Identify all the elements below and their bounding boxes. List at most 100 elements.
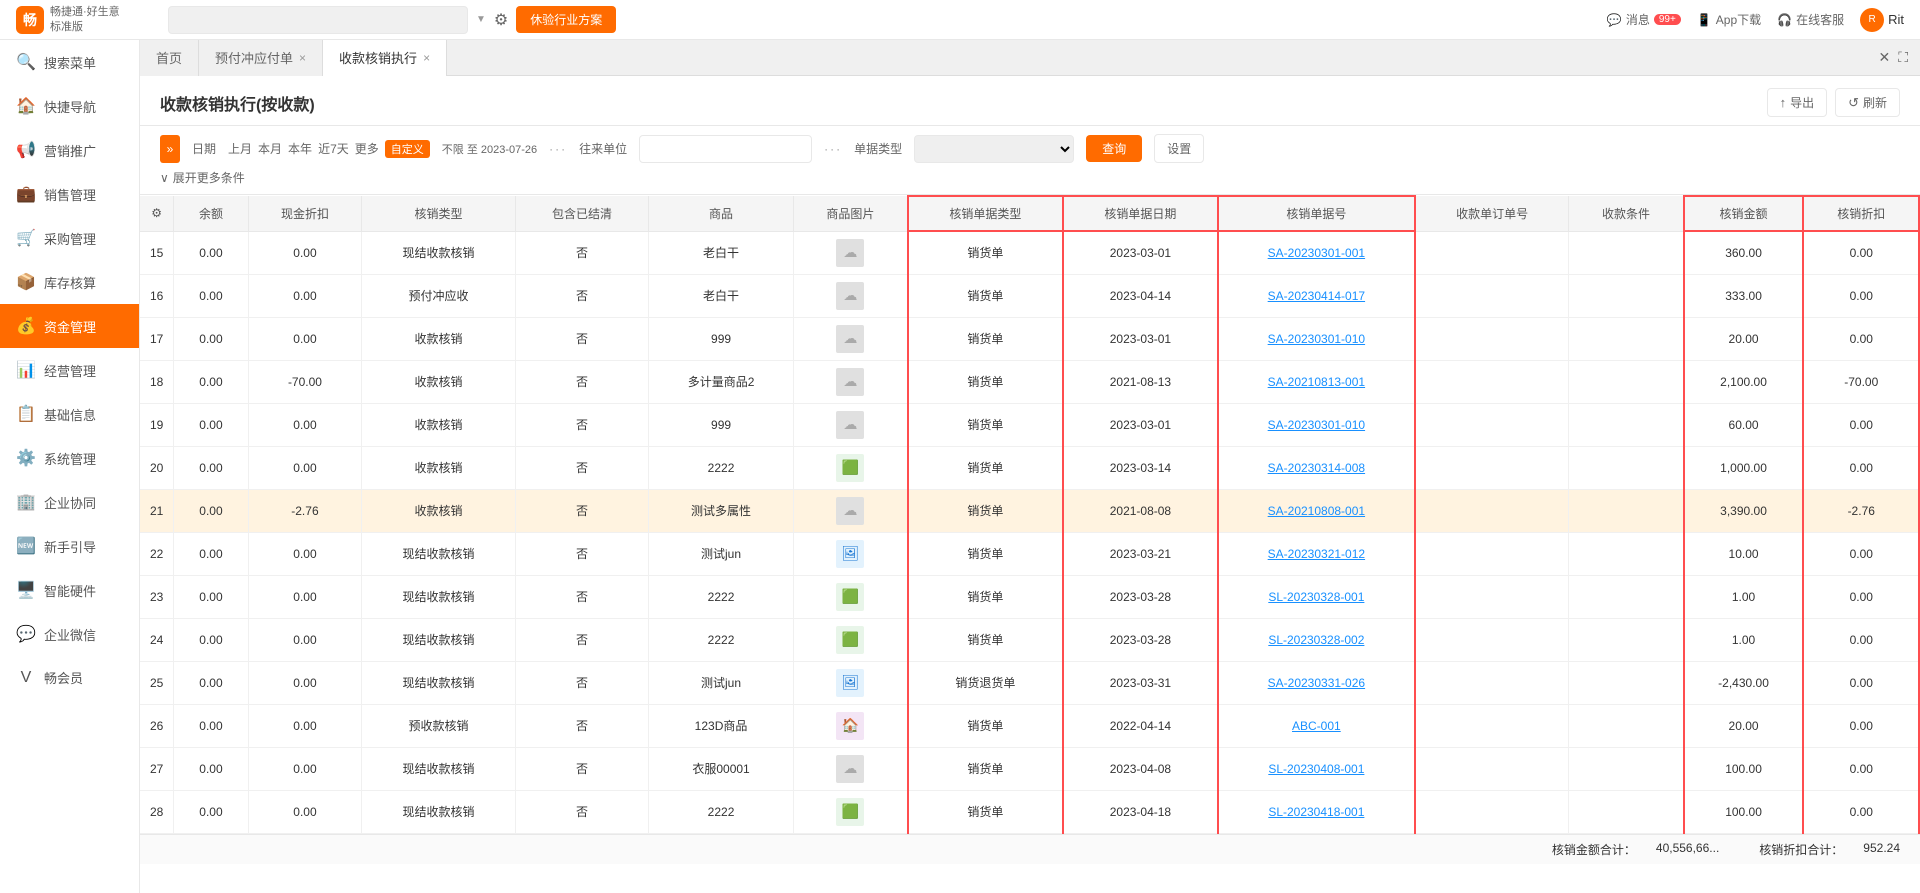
cell-receipt-terms: [1569, 704, 1684, 747]
date-this-year[interactable]: 本年: [288, 140, 312, 157]
bill-no-link[interactable]: SL-20230418-001: [1268, 805, 1364, 819]
sidebar-item-marketing[interactable]: 📢 营销推广: [0, 128, 139, 172]
export-button[interactable]: ↑ 导出: [1767, 88, 1828, 117]
refresh-button[interactable]: ↺ 刷新: [1835, 88, 1900, 117]
tab-close-all-icon[interactable]: ✕: [1878, 49, 1890, 66]
business-icon: 📊: [16, 360, 36, 380]
cell-balance: 0.00: [174, 274, 248, 317]
date-this-month[interactable]: 本月: [258, 140, 282, 157]
bill-no-link[interactable]: SA-20230301-010: [1268, 418, 1365, 432]
cell-bill-no[interactable]: SA-20230314-008: [1218, 446, 1415, 489]
cell-bill-no[interactable]: SA-20230301-001: [1218, 231, 1415, 274]
sidebar-item-base[interactable]: 📋 基础信息: [0, 392, 139, 436]
bill-no-link[interactable]: SA-20230331-026: [1268, 676, 1365, 690]
message-button[interactable]: 💬 消息 99+: [1607, 11, 1681, 28]
export-icon: ↑: [1780, 95, 1787, 110]
app-download-button[interactable]: 📱 App下载: [1697, 11, 1761, 28]
sidebar-item-finance[interactable]: 💰 资金管理: [0, 304, 139, 348]
bill-no-link[interactable]: SL-20230328-001: [1268, 590, 1364, 604]
cell-balance: 0.00: [174, 446, 248, 489]
sidebar-item-search[interactable]: 🔍 搜索菜单: [0, 40, 139, 84]
sidebar-item-system[interactable]: ⚙️ 系统管理: [0, 436, 139, 480]
bill-no-link[interactable]: ABC-001: [1292, 719, 1341, 733]
sidebar-item-wechat[interactable]: 💬 企业微信: [0, 612, 139, 656]
table-container: ⚙ 余额 现金折扣 核销类型 包含已结清 商品 商品图片 核销单据类型 核销单据…: [140, 195, 1920, 893]
cell-bill-no[interactable]: SL-20230328-001: [1218, 575, 1415, 618]
cell-bill-no[interactable]: SL-20230408-001: [1218, 747, 1415, 790]
date-more[interactable]: 更多: [355, 140, 379, 157]
sidebar-item-sales[interactable]: 💼 销售管理: [0, 172, 139, 216]
bill-no-link[interactable]: SA-20230314-008: [1268, 461, 1365, 475]
tab-receipt-close[interactable]: ×: [423, 51, 430, 65]
cell-goods: 2222: [649, 575, 794, 618]
cell-writeoff-type: 现结收款核销: [362, 747, 515, 790]
expand-conditions-btn[interactable]: ∨ 展开更多条件: [160, 169, 1900, 186]
settings-gear-icon[interactable]: ⚙: [494, 10, 508, 30]
bill-no-link[interactable]: SL-20230408-001: [1268, 762, 1364, 776]
expand-more-row: ∨ 展开更多条件: [160, 169, 1900, 186]
bill-no-link[interactable]: SA-20230414-017: [1268, 289, 1365, 303]
table-row: 25 0.00 0.00 现结收款核销 否 测试jun 🖼 销货退货单 2023…: [140, 661, 1919, 704]
tab-bar: 首页 预付冲应付单 × 收款核销执行 × ✕ ⛶: [140, 40, 1920, 76]
sidebar-item-inventory[interactable]: 📦 库存核算: [0, 260, 139, 304]
online-service-button[interactable]: 🎧 在线客服: [1777, 11, 1844, 28]
sidebar-item-enterprise[interactable]: 🏢 企业协同: [0, 480, 139, 524]
sidebar-item-hardware[interactable]: 🖥️ 智能硬件: [0, 568, 139, 612]
table-row: 22 0.00 0.00 现结收款核销 否 测试jun 🖼 销货单 2023-0…: [140, 532, 1919, 575]
cell-goods-img: 🟩: [793, 446, 908, 489]
tab-expand-icon[interactable]: ⛶: [1898, 49, 1908, 66]
bill-no-link[interactable]: SA-20210808-001: [1268, 504, 1365, 518]
global-search-input[interactable]: [168, 6, 468, 34]
sidebar-item-member[interactable]: V 畅会员: [0, 656, 139, 699]
search-bar-top[interactable]: [168, 6, 468, 34]
goods-image-blank: ☁: [836, 368, 864, 396]
user-profile[interactable]: R Rit: [1860, 8, 1904, 32]
sidebar-item-business[interactable]: 📊 经营管理: [0, 348, 139, 392]
cell-receipt-terms: [1569, 360, 1684, 403]
date-custom-btn[interactable]: 自定义: [385, 140, 430, 158]
tab-home[interactable]: 首页: [140, 40, 199, 76]
sidebar-item-guide[interactable]: 🆕 新手引导: [0, 524, 139, 568]
tab-receipt[interactable]: 收款核销执行 ×: [323, 40, 447, 76]
cell-bill-no[interactable]: SA-20230301-010: [1218, 403, 1415, 446]
tab-advance-close[interactable]: ×: [299, 51, 306, 65]
doc-type-select[interactable]: [914, 135, 1074, 163]
cell-bill-no[interactable]: SA-20230414-017: [1218, 274, 1415, 317]
date-range-text: 不限 至 2023-07-26: [442, 141, 537, 157]
cell-receipt-terms: [1569, 747, 1684, 790]
sidebar-label-business: 经营管理: [44, 361, 96, 380]
setting-button[interactable]: 设置: [1154, 134, 1204, 163]
goods-image-photo: 🖼: [836, 669, 864, 697]
sidebar-label-sales: 销售管理: [44, 185, 96, 204]
sidebar-item-purchase[interactable]: 🛒 采购管理: [0, 216, 139, 260]
tab-advance[interactable]: 预付冲应付单 ×: [199, 40, 323, 76]
cell-bill-no[interactable]: ABC-001: [1218, 704, 1415, 747]
cell-bill-no[interactable]: SL-20230418-001: [1218, 790, 1415, 833]
cell-bill-no[interactable]: SA-20230331-026: [1218, 661, 1415, 704]
cell-bill-no[interactable]: SA-20210808-001: [1218, 489, 1415, 532]
counterparty-input[interactable]: [639, 135, 812, 163]
date-7days[interactable]: 近7天: [318, 140, 349, 157]
col-header-gear[interactable]: ⚙: [140, 196, 174, 231]
main-layout: 🔍 搜索菜单 🏠 快捷导航 📢 营销推广 💼 销售管理 🛒 采购管理 📦 库存核…: [0, 40, 1920, 893]
sidebar-item-quicknav[interactable]: 🏠 快捷导航: [0, 84, 139, 128]
goods-image-photo: 🖼: [836, 540, 864, 568]
bill-no-link[interactable]: SA-20230321-012: [1268, 547, 1365, 561]
cell-bill-no[interactable]: SL-20230328-002: [1218, 618, 1415, 661]
query-button[interactable]: 查询: [1086, 135, 1142, 162]
footer-amount-total: 40,556,66...: [1656, 841, 1719, 858]
filter-expand-arrow[interactable]: »: [160, 135, 180, 163]
industry-solution-button[interactable]: 休验行业方案: [516, 6, 616, 33]
bill-no-link[interactable]: SA-20230301-001: [1268, 246, 1365, 260]
search-dropdown-arrow[interactable]: ▼: [476, 14, 486, 25]
bill-no-link[interactable]: SA-20210813-001: [1268, 375, 1365, 389]
bill-no-link[interactable]: SA-20230301-010: [1268, 332, 1365, 346]
date-last-month[interactable]: 上月: [228, 140, 252, 157]
cell-bill-no[interactable]: SA-20230301-010: [1218, 317, 1415, 360]
sidebar-label-quicknav: 快捷导航: [44, 97, 96, 116]
cell-bill-no[interactable]: SA-20230321-012: [1218, 532, 1415, 575]
cell-writeoff-discount: 0.00: [1803, 274, 1919, 317]
cell-bill-no[interactable]: SA-20210813-001: [1218, 360, 1415, 403]
cell-balance: 0.00: [174, 661, 248, 704]
bill-no-link[interactable]: SL-20230328-002: [1268, 633, 1364, 647]
